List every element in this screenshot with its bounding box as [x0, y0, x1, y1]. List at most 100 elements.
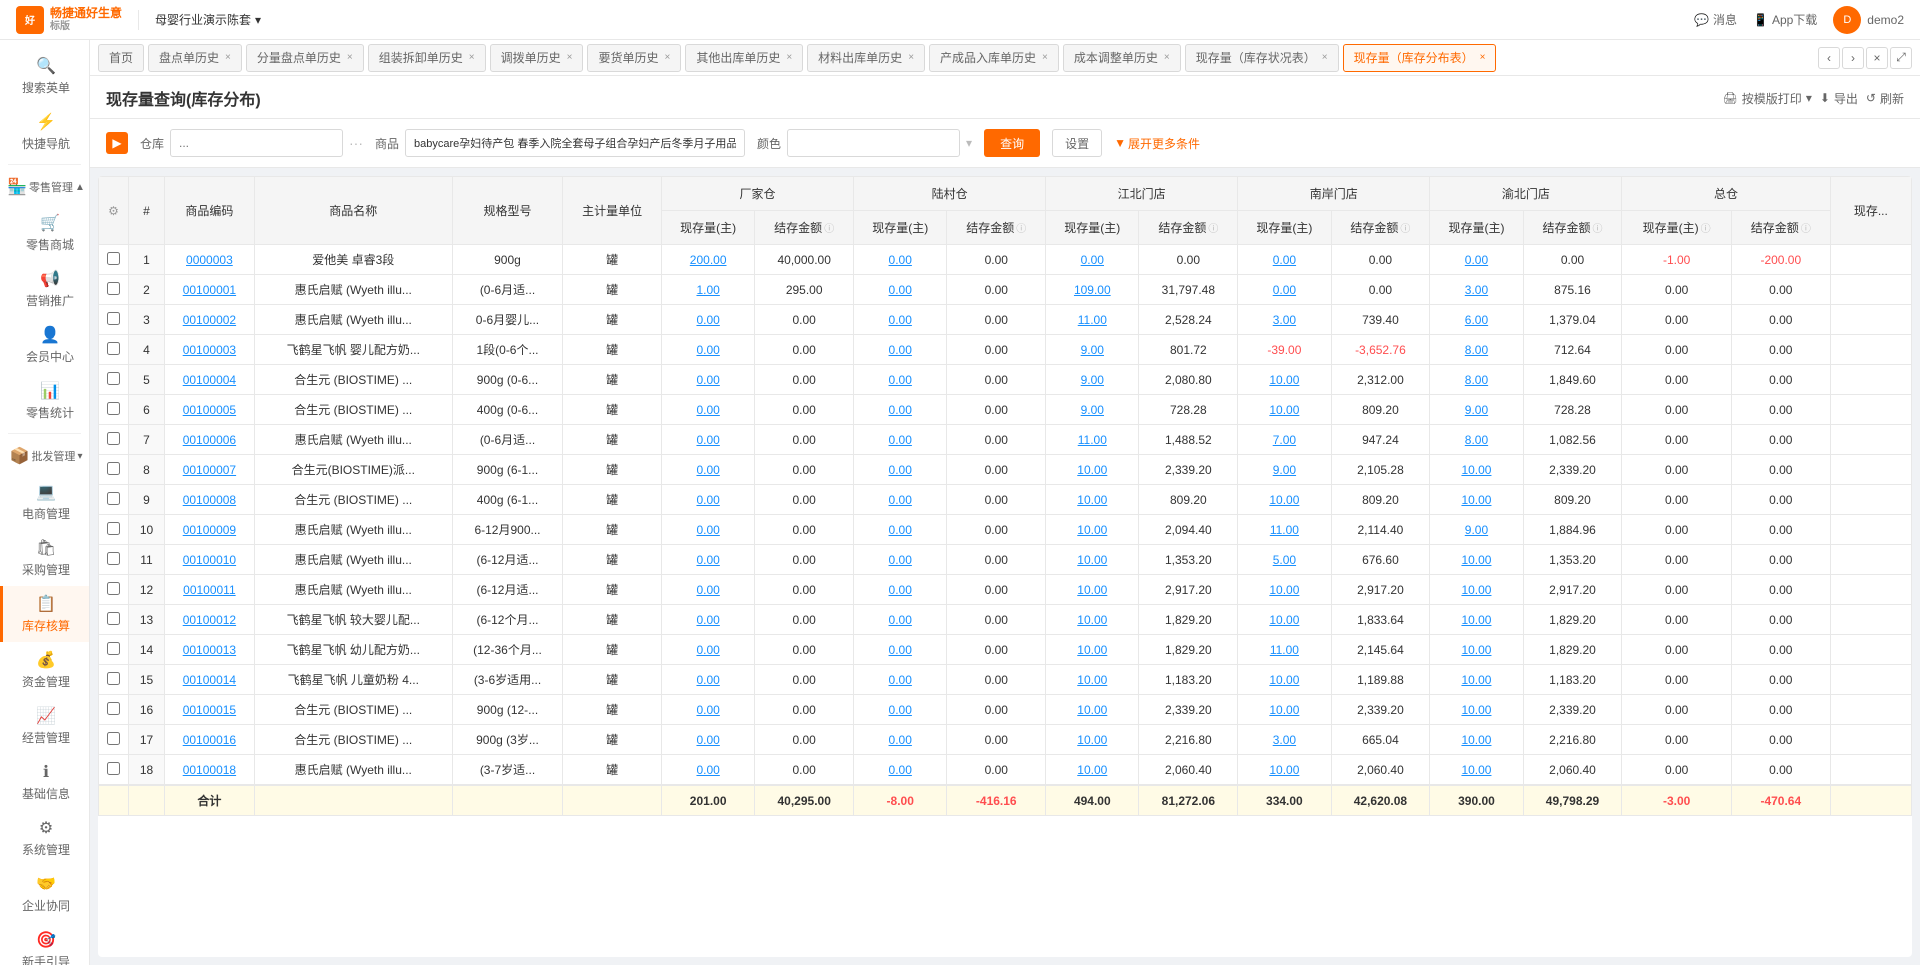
user-area[interactable]: D demo2	[1833, 6, 1904, 34]
query-btn[interactable]: 查询	[984, 129, 1040, 157]
ls-stock-link[interactable]: 0.00	[889, 373, 912, 387]
ls-stock-link[interactable]: 0.00	[889, 403, 912, 417]
store-selector[interactable]: 母婴行业演示陈套 ▾	[155, 11, 261, 28]
ls-stock-link[interactable]: 0.00	[889, 343, 912, 357]
row-checkbox[interactable]	[107, 672, 120, 685]
product-code-link[interactable]: 00100005	[183, 403, 236, 417]
ls-stock-link[interactable]: 0.00	[889, 313, 912, 327]
ls-stock-link[interactable]: 0.00	[889, 523, 912, 537]
yb-stock-link[interactable]: 0.00	[1465, 253, 1488, 267]
tab-close-all-btn[interactable]: ×	[1866, 47, 1888, 69]
row-checkbox[interactable]	[107, 402, 120, 415]
sidebar-item-search[interactable]: 🔍 搜索英单	[0, 48, 89, 104]
export-btn[interactable]: ⬇ 导出	[1820, 90, 1858, 107]
gear-icon[interactable]: ⚙	[108, 204, 119, 218]
jb-stock-link[interactable]: 10.00	[1077, 643, 1107, 657]
yb-stock-link[interactable]: 3.00	[1465, 283, 1488, 297]
sidebar-item-business[interactable]: 📈 经营管理	[0, 698, 89, 754]
product-code-link[interactable]: 00100015	[183, 703, 236, 717]
yb-stock-link[interactable]: 6.00	[1465, 313, 1488, 327]
na-stock-link[interactable]: 11.00	[1270, 523, 1299, 537]
ls-stock-link[interactable]: 0.00	[889, 673, 912, 687]
jb-stock-link[interactable]: 10.00	[1077, 763, 1107, 777]
cj-stock-link[interactable]: 0.00	[696, 493, 719, 507]
product-code-link[interactable]: 0000003	[186, 253, 233, 267]
warehouse-input[interactable]	[170, 129, 343, 157]
yb-stock-link[interactable]: 8.00	[1465, 433, 1488, 447]
jb-stock-link[interactable]: 10.00	[1077, 673, 1107, 687]
na-stock-link[interactable]: 9.00	[1273, 463, 1296, 477]
cj-stock-link[interactable]: 0.00	[696, 313, 719, 327]
product-code-link[interactable]: 00100004	[183, 373, 236, 387]
cj-stock-link[interactable]: 0.00	[696, 553, 719, 567]
na-stock-link[interactable]: 3.00	[1273, 313, 1296, 327]
na-stock-link[interactable]: 10.00	[1269, 613, 1299, 627]
cj-stock-link[interactable]: 0.00	[696, 643, 719, 657]
sidebar-item-collab[interactable]: 🤝 企业协同	[0, 866, 89, 922]
product-code-link[interactable]: 00100013	[183, 643, 236, 657]
na-stock-link[interactable]: 10.00	[1269, 763, 1299, 777]
tab-material-out[interactable]: 材料出库单历史 ×	[807, 44, 925, 72]
tab-sub-inventory[interactable]: 分量盘点单历史 ×	[246, 44, 364, 72]
product-code-link[interactable]: 00100016	[183, 733, 236, 747]
sidebar-item-retail-stats[interactable]: 📊 零售统计	[0, 373, 89, 429]
sidebar-item-navigation[interactable]: ⚡ 快捷导航	[0, 104, 89, 160]
na-stock-link[interactable]: 10.00	[1269, 673, 1299, 687]
tab-stock-status[interactable]: 现存量（库存状况表） ×	[1185, 44, 1339, 72]
row-checkbox[interactable]	[107, 552, 120, 565]
jb-stock-link[interactable]: 0.00	[1081, 253, 1104, 267]
close-icon[interactable]: ×	[786, 52, 792, 63]
row-checkbox[interactable]	[107, 522, 120, 535]
product-code-link[interactable]: 00100010	[183, 553, 236, 567]
product-code-link[interactable]: 00100006	[183, 433, 236, 447]
cj-stock-link[interactable]: 0.00	[696, 403, 719, 417]
row-checkbox[interactable]	[107, 702, 120, 715]
tab-other-out[interactable]: 其他出库单历史 ×	[685, 44, 803, 72]
toggle-arrow-btn[interactable]: ▶	[106, 132, 128, 154]
na-stock-link[interactable]: 0.00	[1273, 253, 1296, 267]
cj-stock-link[interactable]: 0.00	[696, 373, 719, 387]
jb-stock-link[interactable]: 11.00	[1078, 313, 1107, 327]
sidebar-item-finance[interactable]: 💰 资金管理	[0, 642, 89, 698]
na-stock-link[interactable]: 10.00	[1269, 583, 1299, 597]
tab-inventory-check[interactable]: 盘点单历史 ×	[148, 44, 242, 72]
tab-assembly[interactable]: 组装拆卸单历史 ×	[368, 44, 486, 72]
ls-stock-link[interactable]: 0.00	[889, 613, 912, 627]
close-icon[interactable]: ×	[908, 52, 914, 63]
cj-stock-link[interactable]: 0.00	[696, 583, 719, 597]
yb-stock-link[interactable]: 10.00	[1461, 703, 1491, 717]
setting-btn[interactable]: 设置	[1052, 129, 1102, 157]
ls-stock-link[interactable]: 0.00	[889, 703, 912, 717]
product-code-link[interactable]: 00100018	[183, 763, 236, 777]
product-code-link[interactable]: 00100011	[183, 583, 236, 597]
yb-stock-link[interactable]: 10.00	[1461, 463, 1491, 477]
expand-conditions-btn[interactable]: ▼ 展开更多条件	[1114, 135, 1200, 152]
ls-stock-link[interactable]: 0.00	[889, 733, 912, 747]
tab-expand-btn[interactable]: ⤢	[1890, 47, 1912, 69]
jb-stock-link[interactable]: 9.00	[1081, 343, 1104, 357]
tab-home[interactable]: 首页	[98, 44, 144, 72]
jb-stock-link[interactable]: 10.00	[1077, 733, 1107, 747]
sidebar-item-guide[interactable]: 🎯 新手引导	[0, 922, 89, 965]
jb-stock-link[interactable]: 109.00	[1074, 283, 1111, 297]
jb-stock-link[interactable]: 10.00	[1077, 553, 1107, 567]
row-checkbox[interactable]	[107, 762, 120, 775]
ls-stock-link[interactable]: 0.00	[889, 253, 912, 267]
tab-stock-distribution[interactable]: 现存量（库存分布表） ×	[1343, 44, 1497, 72]
close-icon[interactable]: ×	[664, 52, 670, 63]
product-code-link[interactable]: 00100001	[183, 283, 236, 297]
yb-stock-link[interactable]: 10.00	[1461, 613, 1491, 627]
jb-stock-link[interactable]: 9.00	[1081, 403, 1104, 417]
message-btn[interactable]: 💬 消息	[1694, 11, 1737, 28]
ls-stock-link[interactable]: 0.00	[889, 283, 912, 297]
yb-stock-link[interactable]: 10.00	[1461, 493, 1491, 507]
ls-stock-link[interactable]: 0.00	[889, 763, 912, 777]
na-stock-link[interactable]: 7.00	[1273, 433, 1296, 447]
ls-stock-link[interactable]: 0.00	[889, 433, 912, 447]
cj-stock-link[interactable]: 0.00	[696, 673, 719, 687]
jb-stock-link[interactable]: 9.00	[1081, 373, 1104, 387]
product-code-link[interactable]: 00100012	[183, 613, 236, 627]
row-checkbox[interactable]	[107, 312, 120, 325]
ls-stock-link[interactable]: 0.00	[889, 553, 912, 567]
yb-stock-link[interactable]: 10.00	[1461, 583, 1491, 597]
